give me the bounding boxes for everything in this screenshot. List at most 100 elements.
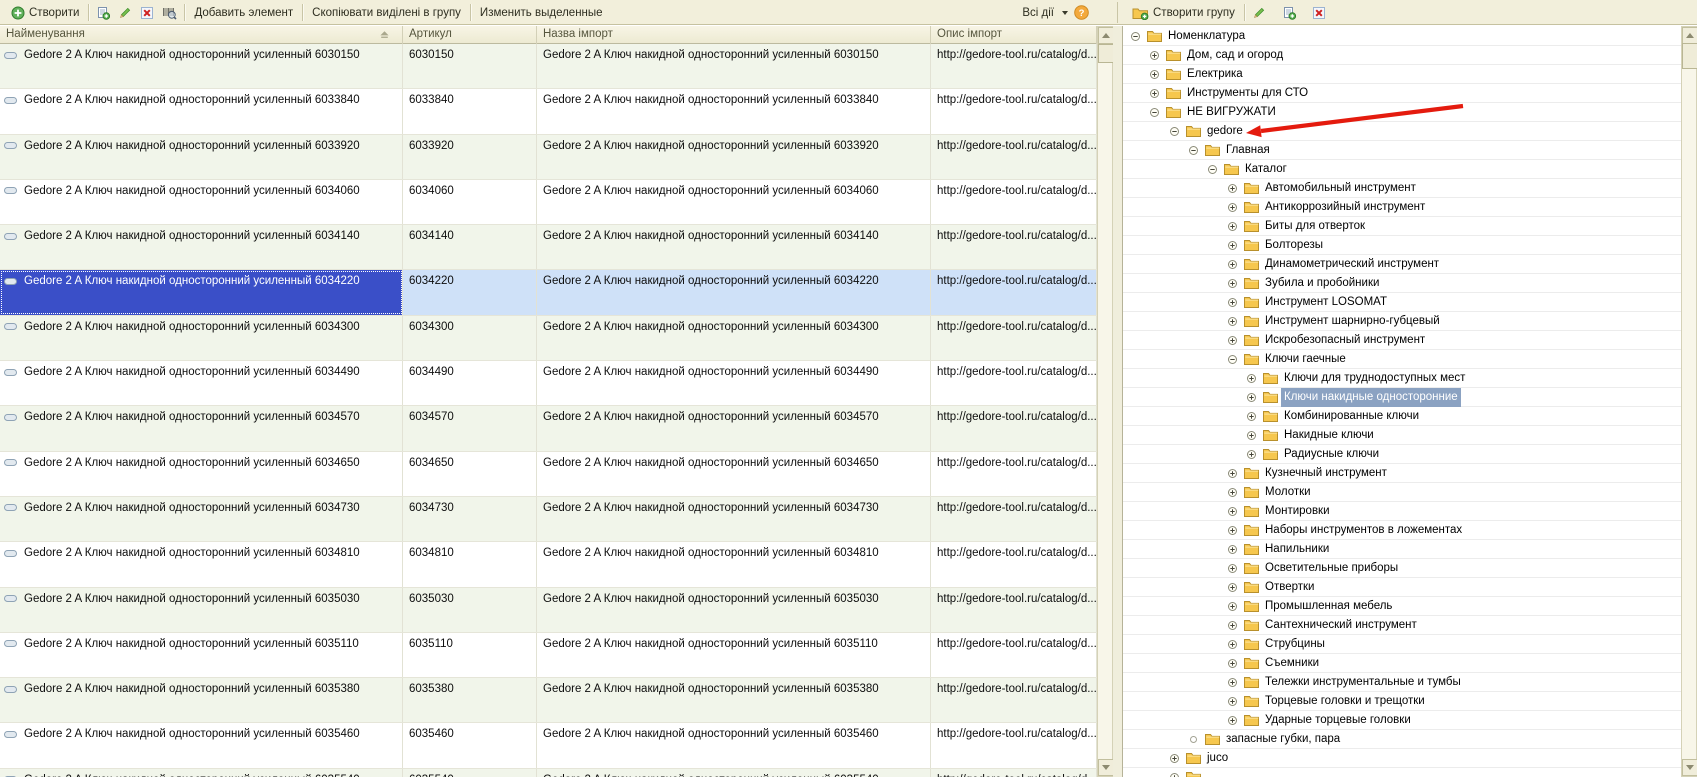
tree-item-label[interactable]: Молотки xyxy=(1262,483,1314,502)
cell-name[interactable]: Gedore 2 A Ключ накидной односторонний у… xyxy=(0,361,403,406)
cell-import-desc[interactable]: http://gedore-tool.ru/catalog/d... xyxy=(931,496,1097,542)
tree-item-label[interactable]: Инструмент шарнирно-губцевый xyxy=(1262,312,1443,331)
table-scrollbar[interactable] xyxy=(1097,26,1114,777)
tree-item-label[interactable]: Искробезопасный инструмент xyxy=(1262,331,1428,350)
cell-name[interactable]: Gedore 2 A Ключ накидной односторонний у… xyxy=(0,270,403,315)
cell-article[interactable]: 6033840 xyxy=(403,89,537,134)
cell-name[interactable]: Gedore 2 A Ключ накидной односторонний у… xyxy=(0,315,403,361)
expand-icon[interactable] xyxy=(1247,374,1256,383)
table-row[interactable]: Gedore 2 A Ключ накидной односторонний у… xyxy=(0,587,1097,633)
expand-icon[interactable] xyxy=(1170,754,1179,763)
tree-scrollbar[interactable] xyxy=(1681,26,1697,777)
expand-icon[interactable] xyxy=(1228,317,1237,326)
cell-import-name[interactable]: Gedore 2 A Ключ накидной односторонний у… xyxy=(537,587,931,632)
cell-import-desc[interactable]: http://gedore-tool.ru/catalog/d... xyxy=(931,315,1097,361)
cell-import-name[interactable]: Gedore 2 A Ключ накидной односторонний у… xyxy=(537,406,931,451)
cell-import-name[interactable]: Gedore 2 A Ключ накидной односторонний у… xyxy=(537,768,931,777)
cell-article[interactable]: 6033920 xyxy=(403,134,537,179)
tree-item[interactable]: Торцевые головки и трещотки xyxy=(1123,692,1681,711)
cell-article[interactable]: 6034730 xyxy=(403,496,537,542)
table-row[interactable]: Gedore 2 A Ключ накидной односторонний у… xyxy=(0,270,1097,316)
tree-item-label[interactable]: Зубила и пробойники xyxy=(1262,274,1382,293)
tree-item[interactable]: Ключи гаечные xyxy=(1123,350,1681,369)
tree-edit-button[interactable] xyxy=(1248,4,1270,22)
cell-article[interactable]: 6035540 xyxy=(403,768,537,777)
cell-import-name[interactable]: Gedore 2 A Ключ накидной односторонний у… xyxy=(537,89,931,134)
tree-item[interactable] xyxy=(1123,768,1681,777)
scroll-up-button[interactable] xyxy=(1682,27,1697,44)
scrollbar-thumb[interactable] xyxy=(1682,43,1697,69)
tree-item[interactable]: Номенклатура xyxy=(1123,27,1681,46)
tree-item[interactable]: Зубила и пробойники xyxy=(1123,274,1681,293)
expand-icon[interactable] xyxy=(1228,241,1237,250)
cell-article[interactable]: 6035030 xyxy=(403,587,537,632)
tree-item-label[interactable]: НЕ ВИГРУЖАТИ xyxy=(1184,103,1279,122)
table-row[interactable]: Gedore 2 A Ключ накидной односторонний у… xyxy=(0,406,1097,452)
cell-import-desc[interactable]: http://gedore-tool.ru/catalog/d... xyxy=(931,678,1097,723)
tree-item[interactable]: запасные губки, пара xyxy=(1123,730,1681,749)
cell-name[interactable]: Gedore 2 A Ключ накидной односторонний у… xyxy=(0,768,403,777)
scroll-up-button[interactable] xyxy=(1098,27,1114,44)
expand-icon[interactable] xyxy=(1150,70,1159,79)
cell-article[interactable]: 6034220 xyxy=(403,270,537,315)
tree-item-label[interactable]: Болторезы xyxy=(1262,236,1326,255)
tree-item-label[interactable]: Дом, сад и огород xyxy=(1184,46,1286,65)
expand-icon[interactable] xyxy=(1228,488,1237,497)
scrollbar-thumb[interactable] xyxy=(1098,44,1114,63)
add-element-button[interactable]: Добавить элемент xyxy=(188,5,299,21)
tree-item[interactable]: Биты для отверток xyxy=(1123,217,1681,236)
tree-item[interactable]: Накидные ключи xyxy=(1123,426,1681,445)
tree-item-label[interactable]: Отвертки xyxy=(1262,578,1317,597)
cell-import-desc[interactable]: http://gedore-tool.ru/catalog/d... xyxy=(931,44,1097,89)
tree-item[interactable]: Искробезопасный инструмент xyxy=(1123,331,1681,350)
collapse-icon[interactable] xyxy=(1131,32,1140,41)
tree-item-label[interactable]: Сантехнический инструмент xyxy=(1262,616,1420,635)
collapse-icon[interactable] xyxy=(1150,108,1159,117)
expand-icon[interactable] xyxy=(1247,412,1256,421)
tree-item-label[interactable]: Динамометрический инструмент xyxy=(1262,255,1442,274)
cell-article[interactable]: 6030150 xyxy=(403,44,537,89)
tree-item-label[interactable]: Съемники xyxy=(1262,654,1322,673)
tree-item-label[interactable]: Струбцины xyxy=(1262,635,1328,654)
cell-import-desc[interactable]: http://gedore-tool.ru/catalog/d... xyxy=(931,632,1097,678)
tree-item[interactable]: Антикоррозийный инструмент xyxy=(1123,198,1681,217)
table-row[interactable]: Gedore 2 A Ключ накидной односторонний у… xyxy=(0,678,1097,724)
tree-item-label[interactable]: Радиусные ключи xyxy=(1281,445,1382,464)
expand-icon[interactable] xyxy=(1228,716,1237,725)
expand-icon[interactable] xyxy=(1150,51,1159,60)
tree-item-label[interactable]: Главная xyxy=(1223,141,1273,160)
expand-icon[interactable] xyxy=(1228,260,1237,269)
table-row[interactable]: Gedore 2 A Ключ накидной односторонний у… xyxy=(0,89,1097,135)
cell-article[interactable]: 6034810 xyxy=(403,542,537,587)
tree-item[interactable]: Ударные торцевые головки xyxy=(1123,711,1681,730)
expand-icon[interactable] xyxy=(1228,469,1237,478)
expand-icon[interactable] xyxy=(1228,640,1237,649)
tree-delete-button[interactable] xyxy=(1308,4,1330,22)
table-row[interactable]: Gedore 2 A Ключ накидной односторонний у… xyxy=(0,179,1097,226)
tree-item-label[interactable]: Промышленная мебель xyxy=(1262,597,1395,616)
cell-name[interactable]: Gedore 2 A Ключ накидной односторонний у… xyxy=(0,406,403,451)
tree-item[interactable]: Молотки xyxy=(1123,483,1681,502)
help-button[interactable]: ? xyxy=(1070,3,1093,22)
copy-selected-to-group-button[interactable]: Скопіювати виділені в групу xyxy=(306,5,467,21)
cell-name[interactable]: Gedore 2 A Ключ накидной односторонний у… xyxy=(0,89,403,134)
collapse-icon[interactable] xyxy=(1189,146,1198,155)
cell-article[interactable]: 6035380 xyxy=(403,678,537,723)
cell-import-desc[interactable]: http://gedore-tool.ru/catalog/d... xyxy=(931,723,1097,768)
tree-item[interactable]: Инструменты для СТО xyxy=(1123,84,1681,103)
cell-import-desc[interactable]: http://gedore-tool.ru/catalog/d... xyxy=(931,587,1097,632)
create-group-button[interactable]: Створити групу xyxy=(1126,4,1241,22)
tree-item[interactable]: Главная xyxy=(1123,141,1681,160)
column-header-import-desc[interactable]: Опис імпорт xyxy=(931,26,1097,44)
tree-item[interactable]: Сантехнический инструмент xyxy=(1123,616,1681,635)
cell-article[interactable]: 6034060 xyxy=(403,179,537,225)
tree-item[interactable]: Струбцины xyxy=(1123,635,1681,654)
tree-item[interactable]: Каталог xyxy=(1123,160,1681,179)
cell-import-name[interactable]: Gedore 2 A Ключ накидной односторонний у… xyxy=(537,315,931,361)
cell-import-name[interactable]: Gedore 2 A Ключ накидной односторонний у… xyxy=(537,723,931,768)
table-row[interactable]: Gedore 2 A Ключ накидной односторонний у… xyxy=(0,542,1097,588)
cell-import-name[interactable]: Gedore 2 A Ключ накидной односторонний у… xyxy=(537,225,931,270)
collapse-icon[interactable] xyxy=(1208,165,1217,174)
expand-icon[interactable] xyxy=(1170,773,1179,777)
tree-item[interactable]: Радиусные ключи xyxy=(1123,445,1681,464)
